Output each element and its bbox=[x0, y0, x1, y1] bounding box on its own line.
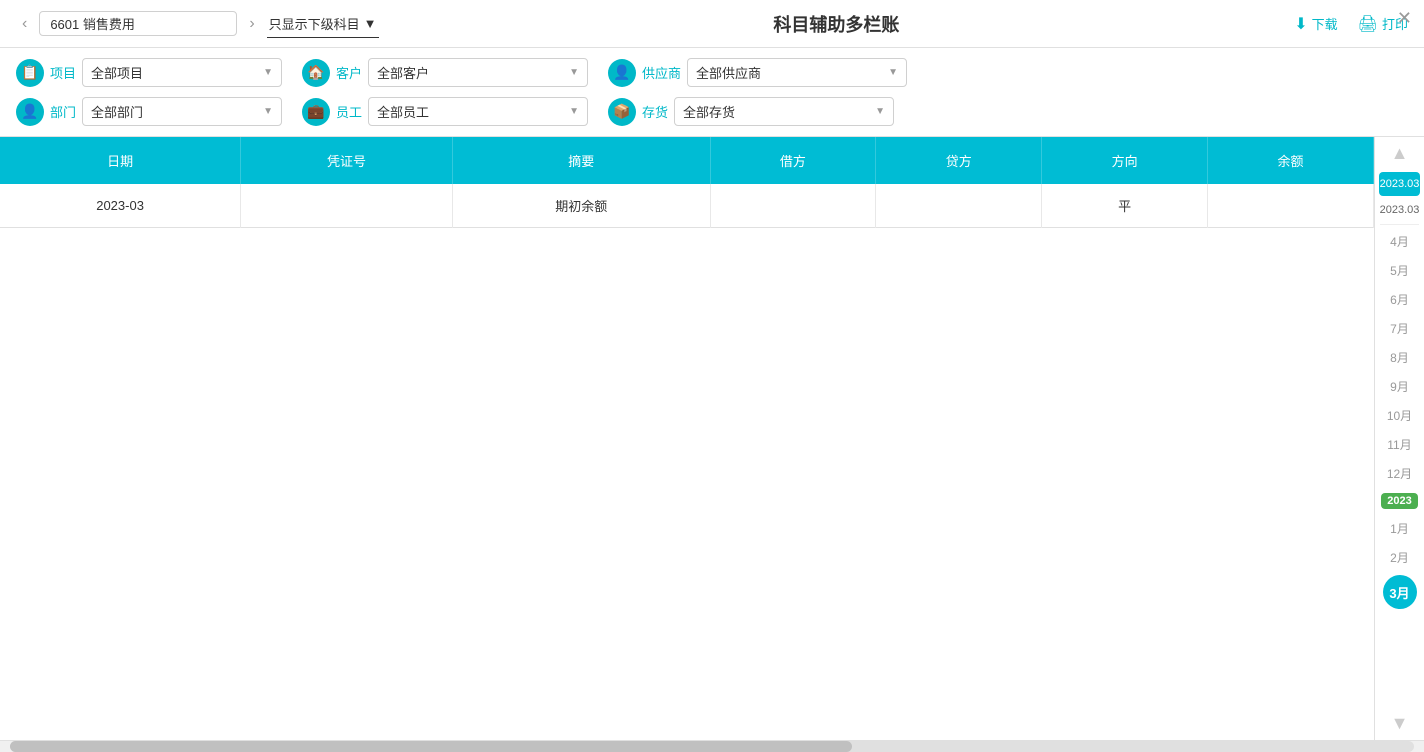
close-btn[interactable]: ✕ bbox=[1397, 8, 1412, 29]
customer-value: 全部客户 bbox=[377, 63, 429, 82]
table-row: 2023-03 期初余额 平 bbox=[0, 184, 1374, 228]
download-label: 下载 bbox=[1312, 14, 1338, 33]
download-btn[interactable]: ⬇ 下载 bbox=[1294, 14, 1337, 34]
employee-icon: 💼 bbox=[302, 98, 330, 126]
sidebar-item-4[interactable]: 4月 bbox=[1375, 227, 1424, 256]
dept-label: 部门 bbox=[50, 102, 76, 121]
account-code-input[interactable]: 6601 销售费用 bbox=[39, 11, 237, 36]
main-window: ‹ 6601 销售费用 › 只显示下级科目 ▼ 科目辅助多栏账 ⬇ 下载 🖨 打… bbox=[0, 0, 1424, 752]
dept-select[interactable]: 全部部门 ▼ bbox=[82, 97, 282, 126]
sidebar-item-1[interactable]: 1月 bbox=[1375, 514, 1424, 543]
sidebar-item-7[interactable]: 7月 bbox=[1375, 314, 1424, 343]
customer-label: 客户 bbox=[336, 63, 362, 82]
col-credit: 贷方 bbox=[876, 137, 1042, 184]
inventory-value: 全部存货 bbox=[683, 102, 735, 121]
supplier-arrow: ▼ bbox=[888, 67, 898, 78]
sidebar-item-3-active[interactable]: 3月 bbox=[1383, 575, 1417, 609]
supplier-icon: 👤 bbox=[608, 59, 636, 87]
employee-value: 全部员工 bbox=[377, 102, 429, 121]
sidebar-item-10[interactable]: 10月 bbox=[1375, 401, 1424, 430]
inventory-select[interactable]: 全部存货 ▼ bbox=[674, 97, 894, 126]
sidebar: ▲ 2023.03 2023.03 4月 5月 6月 7月 8月 9月 10月 … bbox=[1374, 137, 1424, 740]
download-icon: ⬇ bbox=[1294, 14, 1307, 34]
customer-arrow: ▼ bbox=[569, 67, 579, 78]
sidebar-item-2023-03[interactable]: 2023.03 bbox=[1375, 198, 1424, 222]
cell-voucher bbox=[241, 184, 453, 228]
filter-row-2: 👤 部门 全部部门 ▼ 💼 员工 全部员工 ▼ 📦 存货 bbox=[16, 97, 1408, 126]
dept-value: 全部部门 bbox=[91, 102, 143, 121]
sidebar-item-9[interactable]: 9月 bbox=[1375, 372, 1424, 401]
supplier-label: 供应商 bbox=[642, 63, 681, 82]
col-direction: 方向 bbox=[1042, 137, 1208, 184]
filter-row-1: 📋 项目 全部项目 ▼ 🏠 客户 全部客户 ▼ 👤 供应商 bbox=[16, 58, 1408, 87]
next-account-btn[interactable]: › bbox=[243, 13, 260, 35]
main-content: 日期 凭证号 摘要 借方 贷方 方向 余额 2023-03 期初余额 bbox=[0, 137, 1424, 740]
sidebar-item-2[interactable]: 2月 bbox=[1375, 543, 1424, 572]
cell-balance bbox=[1208, 184, 1374, 228]
prev-account-btn[interactable]: ‹ bbox=[16, 13, 33, 35]
sidebar-item-11[interactable]: 11月 bbox=[1375, 430, 1424, 459]
page-title: 科目辅助多栏账 bbox=[773, 11, 899, 37]
sidebar-divider-1 bbox=[1380, 224, 1419, 225]
sidebar-item-6[interactable]: 6月 bbox=[1375, 285, 1424, 314]
sidebar-item-12[interactable]: 12月 bbox=[1375, 459, 1424, 488]
cell-credit bbox=[876, 184, 1042, 228]
customer-icon: 🏠 bbox=[302, 59, 330, 87]
sidebar-down-btn[interactable]: ▼ bbox=[1375, 707, 1424, 740]
col-summary: 摘要 bbox=[452, 137, 710, 184]
dept-arrow: ▼ bbox=[263, 106, 273, 117]
filter-bar: 📋 项目 全部项目 ▼ 🏠 客户 全部客户 ▼ 👤 供应商 bbox=[0, 48, 1424, 137]
project-label: 项目 bbox=[50, 63, 76, 82]
year-label: 2023 bbox=[1381, 493, 1417, 509]
scrollbar-track bbox=[10, 741, 1414, 752]
horizontal-scrollbar[interactable] bbox=[0, 740, 1424, 752]
customer-select[interactable]: 全部客户 ▼ bbox=[368, 58, 588, 87]
show-sub-label: 只显示下级科目 bbox=[269, 14, 360, 33]
print-icon: 🖨 bbox=[1358, 14, 1378, 34]
title-left: ‹ 6601 销售费用 › 只显示下级科目 ▼ bbox=[16, 10, 379, 38]
inventory-icon: 📦 bbox=[608, 98, 636, 126]
inventory-arrow: ▼ bbox=[875, 106, 885, 117]
employee-label: 员工 bbox=[336, 102, 362, 121]
filter-item-project: 📋 项目 全部项目 ▼ bbox=[16, 58, 282, 87]
supplier-select[interactable]: 全部供应商 ▼ bbox=[687, 58, 907, 87]
sidebar-item-5[interactable]: 5月 bbox=[1375, 256, 1424, 285]
show-sub-dropdown[interactable]: 只显示下级科目 ▼ bbox=[267, 10, 379, 38]
filter-item-supplier: 👤 供应商 全部供应商 ▼ bbox=[608, 58, 907, 87]
sidebar-item-8[interactable]: 8月 bbox=[1375, 343, 1424, 372]
ledger-table: 日期 凭证号 摘要 借方 贷方 方向 余额 2023-03 期初余额 bbox=[0, 137, 1374, 228]
filter-item-dept: 👤 部门 全部部门 ▼ bbox=[16, 97, 282, 126]
table-area: 日期 凭证号 摘要 借方 贷方 方向 余额 2023-03 期初余额 bbox=[0, 137, 1374, 740]
col-debit: 借方 bbox=[710, 137, 876, 184]
col-voucher: 凭证号 bbox=[241, 137, 453, 184]
cell-direction: 平 bbox=[1042, 184, 1208, 228]
project-icon: 📋 bbox=[16, 59, 44, 87]
supplier-value: 全部供应商 bbox=[696, 63, 761, 82]
filter-item-customer: 🏠 客户 全部客户 ▼ bbox=[302, 58, 588, 87]
filter-item-inventory: 📦 存货 全部存货 ▼ bbox=[608, 97, 894, 126]
title-bar: ‹ 6601 销售费用 › 只显示下级科目 ▼ 科目辅助多栏账 ⬇ 下载 🖨 打… bbox=[0, 0, 1424, 48]
scrollbar-thumb[interactable] bbox=[10, 741, 852, 752]
sidebar-year-badge: 2023 bbox=[1381, 491, 1417, 511]
col-date: 日期 bbox=[0, 137, 241, 184]
sidebar-item-3-container: 3月 bbox=[1383, 575, 1417, 609]
table-header-row: 日期 凭证号 摘要 借方 贷方 方向 余额 bbox=[0, 137, 1374, 184]
cell-date: 2023-03 bbox=[0, 184, 241, 228]
inventory-label: 存货 bbox=[642, 102, 668, 121]
project-arrow: ▼ bbox=[263, 67, 273, 78]
cell-summary: 期初余额 bbox=[452, 184, 710, 228]
employee-arrow: ▼ bbox=[569, 106, 579, 117]
sidebar-item-2023-03-selected[interactable]: 2023.03 bbox=[1379, 172, 1420, 196]
project-value: 全部项目 bbox=[91, 63, 143, 82]
project-select[interactable]: 全部项目 ▼ bbox=[82, 58, 282, 87]
show-sub-arrow: ▼ bbox=[364, 16, 377, 31]
cell-debit bbox=[710, 184, 876, 228]
employee-select[interactable]: 全部员工 ▼ bbox=[368, 97, 588, 126]
title-right: ⬇ 下载 🖨 打印 bbox=[1294, 14, 1408, 34]
filter-item-employee: 💼 员工 全部员工 ▼ bbox=[302, 97, 588, 126]
col-balance: 余额 bbox=[1208, 137, 1374, 184]
sidebar-up-btn[interactable]: ▲ bbox=[1375, 137, 1424, 170]
dept-icon: 👤 bbox=[16, 98, 44, 126]
